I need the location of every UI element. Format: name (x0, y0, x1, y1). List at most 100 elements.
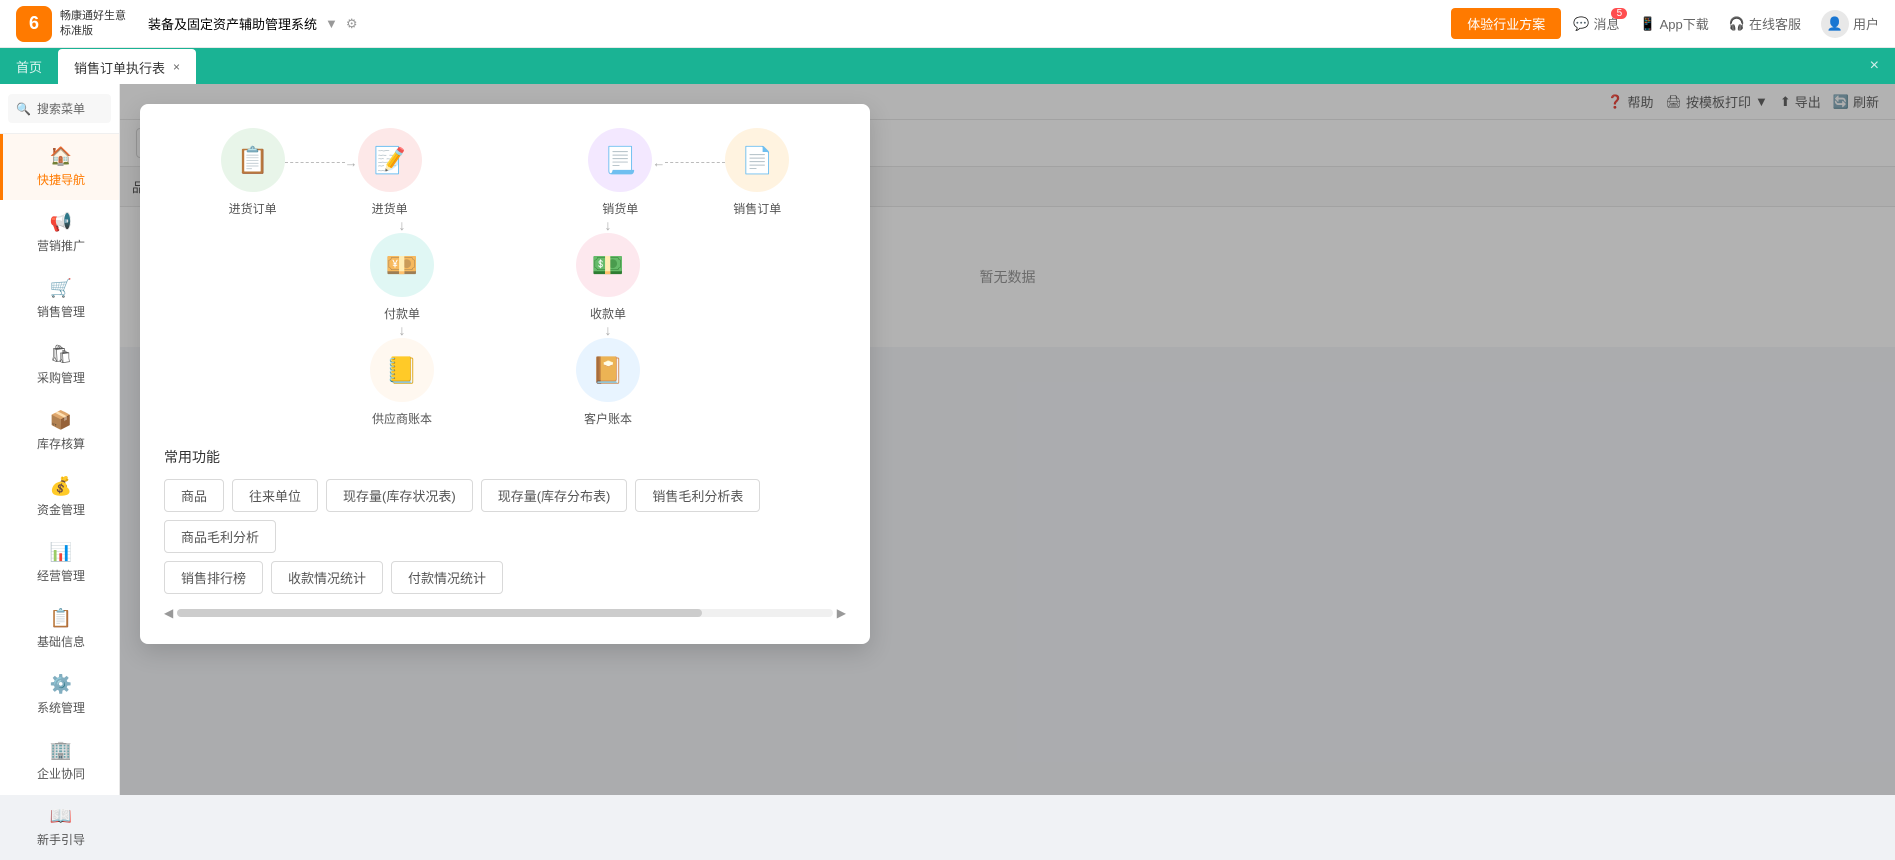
receipt-bill-icon: 💵 (576, 233, 640, 297)
receipt-bill-label: 收款单 (590, 305, 626, 322)
logo-icon: 6 (16, 6, 52, 42)
tab-home[interactable]: 首页 (0, 48, 58, 84)
sales-order-label: 销售订单 (733, 200, 781, 217)
flow-ledger-row: 📒 供应商账本 📔 客户账本 (164, 338, 846, 427)
sidebar-item-quick-nav[interactable]: 🏠 快捷导航 (0, 134, 119, 200)
function-buttons-row2: 销售排行榜 收款情况统计 付款情况统计 (164, 561, 846, 594)
flow-node-supplier-ledger[interactable]: 📒 供应商账本 (370, 338, 434, 427)
sidebar-item-basic-info[interactable]: 📋 基础信息 (0, 596, 119, 662)
down-arrow-supplier: ↓ (370, 322, 434, 338)
sidebar-item-beginner[interactable]: 📖 新手引导 (0, 794, 119, 860)
scrollbar-right-arrow[interactable]: ▶ (837, 606, 846, 620)
flow-node-receipt-bill[interactable]: 💵 收款单 (576, 233, 640, 322)
tab-bar: 首页 销售订单执行表 × × (0, 48, 1895, 84)
beginner-icon: 📖 (50, 806, 72, 827)
app-download-action[interactable]: 📱 App下载 (1639, 14, 1708, 33)
flow-node-purchase-order[interactable]: 📋 进货订单 (221, 128, 285, 217)
scrollbar-thumb (177, 609, 701, 617)
sidebar-item-finance[interactable]: 💰 资金管理 (0, 464, 119, 530)
flow-arrow-sales: ← (652, 155, 725, 190)
payment-bill-label: 付款单 (384, 305, 420, 322)
operations-icon: 📊 (50, 542, 72, 563)
func-btn-product-margin[interactable]: 商品毛利分析 (164, 520, 276, 553)
purchase-order-label: 进货订单 (229, 200, 277, 217)
customer-ledger-icon: 📔 (576, 338, 640, 402)
online-service-action[interactable]: 🎧 在线客服 (1729, 14, 1801, 33)
flow-diagram: 📋 进货订单 → 📝 (164, 128, 846, 427)
sidebar-item-sales[interactable]: 🛒 销售管理 (0, 266, 119, 332)
marketing-icon: 📢 (50, 212, 72, 233)
func-btn-product[interactable]: 商品 (164, 479, 224, 512)
sales-bill-label: 销货单 (602, 200, 638, 217)
basic-info-icon: 📋 (50, 608, 72, 629)
down-arrow-payment: ↓ (370, 217, 434, 233)
func-btn-sales-margin[interactable]: 销售毛利分析表 (635, 479, 760, 512)
flow-down-arrows-row2: ↓ ↓ (164, 322, 846, 338)
func-btn-receipt-stats[interactable]: 收款情况统计 (271, 561, 383, 594)
sales-icon: 🛒 (50, 278, 72, 299)
sidebar-item-enterprise[interactable]: 🏢 企业协同 (0, 728, 119, 794)
main-layout: 🔍 搜索菜单 🏠 快捷导航 📢 营销推广 🛒 销售管理 🛍 采购管理 📦 库存核… (0, 84, 1895, 795)
content-area: ❓ 帮助 🖨 按模板打印 ▼ ⬆ 导出 🔄 刷新 (120, 84, 1895, 795)
flow-node-sales-order[interactable]: 📄 销售订单 (725, 128, 789, 217)
flow-node-purchase-bill[interactable]: 📝 进货单 (358, 128, 422, 217)
sidebar-item-inventory[interactable]: 📦 库存核算 (0, 398, 119, 464)
download-icon: 📱 (1639, 16, 1655, 32)
down-arrow-receipt: ↓ (576, 217, 640, 233)
logo: 6 畅康通好生意 标准版 (16, 6, 136, 42)
func-btn-stock-dist[interactable]: 现存量(库存分布表) (481, 479, 628, 512)
scrollbar-track[interactable] (177, 609, 833, 617)
scrollbar-left-arrow[interactable]: ◀ (164, 606, 173, 620)
modal-scrollbar: ◀ ▶ (164, 606, 846, 620)
flow-node-sales-bill[interactable]: 📃 销货单 (588, 128, 652, 217)
sidebar-item-operations[interactable]: 📊 经营管理 (0, 530, 119, 596)
supplier-ledger-icon: 📒 (370, 338, 434, 402)
func-btn-payment-stats[interactable]: 付款情况统计 (391, 561, 503, 594)
system-name: 装备及固定资产辅助管理系统 (148, 14, 317, 33)
supplier-ledger-label: 供应商账本 (372, 410, 432, 427)
sidebar-item-purchase[interactable]: 🛍 采购管理 (0, 332, 119, 398)
flow-node-customer-ledger[interactable]: 📔 客户账本 (576, 338, 640, 427)
sales-bill-icon: 📃 (588, 128, 652, 192)
home-icon: 🏠 (50, 146, 72, 167)
logo-text: 畅康通好生意 标准版 (60, 9, 126, 38)
message-action[interactable]: 💬 消息 5 (1573, 14, 1619, 33)
sales-order-icon: 📄 (725, 128, 789, 192)
sidebar-item-marketing[interactable]: 📢 营销推广 (0, 200, 119, 266)
func-btn-sales-ranking[interactable]: 销售排行榜 (164, 561, 263, 594)
common-functions: 常用功能 商品 往来单位 现存量(库存状况表) 现存量(库存分布表) 销售毛利分… (164, 447, 846, 594)
purchase-bill-label: 进货单 (372, 200, 408, 217)
header-right: 💬 消息 5 📱 App下载 🎧 在线客服 👤 用户 (1573, 10, 1879, 38)
avatar: 👤 (1821, 10, 1849, 38)
customer-ledger-label: 客户账本 (584, 410, 632, 427)
trial-button[interactable]: 体验行业方案 (1451, 8, 1561, 39)
service-icon: 🎧 (1729, 16, 1745, 32)
search-icon: 🔍 (16, 102, 31, 116)
finance-icon: 💰 (50, 476, 72, 497)
header: 6 畅康通好生意 标准版 装备及固定资产辅助管理系统 ▼ ⚙ 体验行业方案 💬 … (0, 0, 1895, 48)
modal-overlay[interactable]: 📋 进货订单 → 📝 (120, 84, 1895, 795)
flow-sales-pair: 📃 销货单 ← 📄 (588, 128, 789, 217)
sidebar: 🔍 搜索菜单 🏠 快捷导航 📢 营销推广 🛒 销售管理 🛍 采购管理 📦 库存核… (0, 84, 120, 795)
flow-arrow-purchase: → (285, 155, 358, 190)
function-buttons: 商品 往来单位 现存量(库存状况表) 现存量(库存分布表) 销售毛利分析表 商品… (164, 479, 846, 553)
purchase-bill-icon: 📝 (358, 128, 422, 192)
func-btn-stock-status[interactable]: 现存量(库存状况表) (326, 479, 473, 512)
enterprise-icon: 🏢 (50, 740, 72, 761)
message-badge: 5 (1611, 8, 1627, 19)
tab-sales-order[interactable]: 销售订单执行表 × (58, 49, 196, 85)
sidebar-item-system[interactable]: ⚙️ 系统管理 (0, 662, 119, 728)
func-btn-partners[interactable]: 往来单位 (232, 479, 318, 512)
user-action[interactable]: 👤 用户 (1821, 10, 1879, 38)
tab-close-all[interactable]: × (1854, 57, 1895, 75)
flow-node-payment-bill[interactable]: 💴 付款单 (370, 233, 434, 322)
gear-icon[interactable]: ⚙ (346, 16, 358, 32)
message-icon: 💬 (1573, 16, 1589, 32)
tab-close-icon[interactable]: × (173, 60, 180, 74)
purchase-icon: 🛍 (50, 344, 73, 365)
sidebar-search: 🔍 搜索菜单 (0, 84, 119, 134)
flow-payment-row: 💴 付款单 💵 收款单 (164, 233, 846, 322)
dropdown-icon[interactable]: ▼ (325, 16, 338, 31)
search-menu-button[interactable]: 🔍 搜索菜单 (8, 94, 111, 123)
flow-purchase-pair: 📋 进货订单 → 📝 (221, 128, 422, 217)
